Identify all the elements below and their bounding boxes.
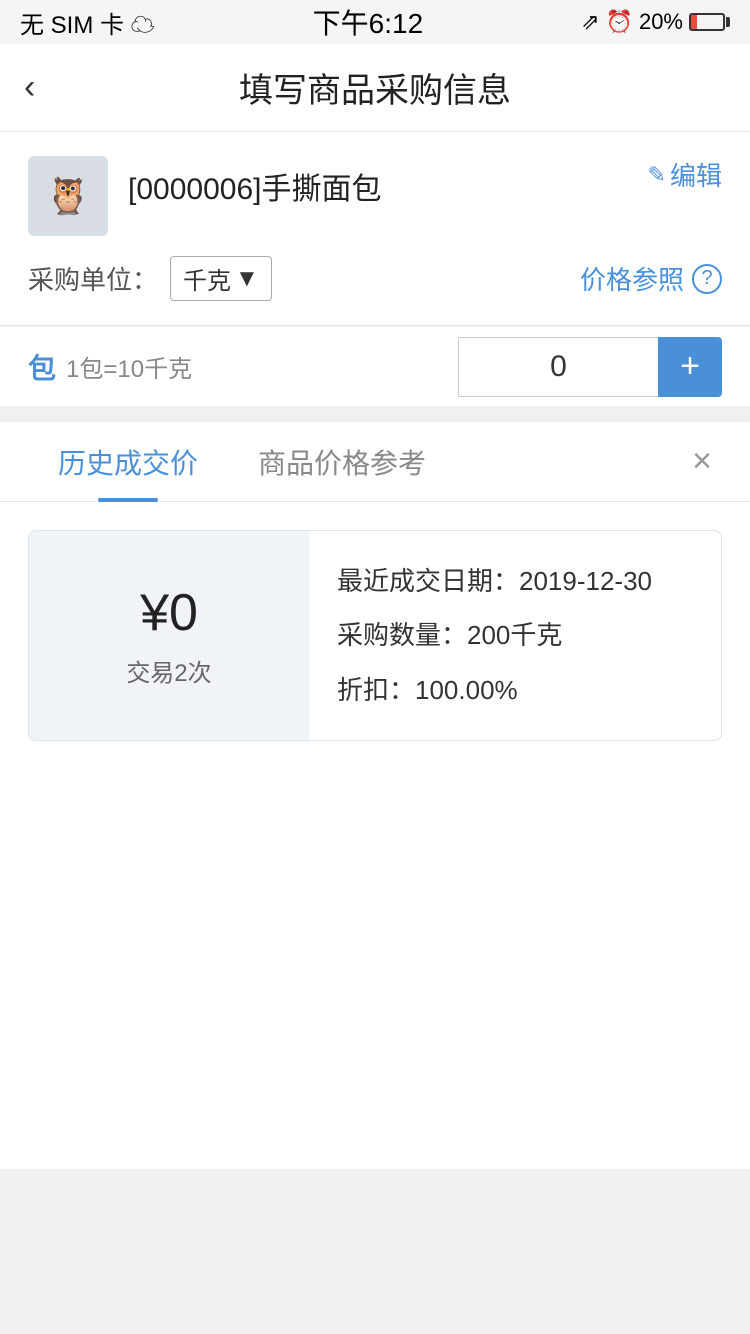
bottom-fill (0, 769, 750, 1169)
product-footer: 采购单位： 千克 ▼ 价格参照 ? (28, 256, 722, 301)
alarm-icon: ⏰ (606, 9, 633, 35)
status-time: 下午6:12 (313, 2, 424, 42)
conversion-text: 1包=10千克 (66, 349, 192, 384)
price-card-summary: ¥0 交易2次 (29, 531, 309, 740)
sim-label: 无 SIM 卡 ☁ (20, 5, 155, 40)
status-right: ⇗ ⏰ 20% (581, 9, 730, 35)
section-divider (0, 406, 750, 422)
price-card: ¥0 交易2次 最近成交日期：2019-12-30 采购数量：200千克 折扣：… (28, 530, 722, 741)
tab-product-price-reference[interactable]: 商品价格参考 (228, 422, 456, 502)
tabs-panel: 历史成交价 商品价格参考 × ¥0 交易2次 最近成交日期：2019-12-30… (0, 422, 750, 769)
product-header: 🦉 [0000006]手撕面包 ✎ 编辑 (28, 156, 722, 236)
product-name: [0000006]手撕面包 (128, 156, 381, 208)
battery-icon (689, 13, 730, 31)
unit-value: 千克 (183, 261, 231, 296)
recent-date-value: 2019-12-30 (519, 566, 652, 596)
edit-icon: ✎ (648, 162, 666, 188)
history-price-content: ¥0 交易2次 最近成交日期：2019-12-30 采购数量：200千克 折扣：… (0, 502, 750, 769)
tabs-header: 历史成交价 商品价格参考 × (0, 422, 750, 502)
status-bar: 无 SIM 卡 ☁ 下午6:12 ⇗ ⏰ 20% (0, 0, 750, 44)
help-icon: ? (692, 264, 722, 294)
tab-active-indicator (98, 498, 158, 502)
price-ref-label: 价格参照 (580, 260, 684, 297)
page-title: 填写商品采购信息 (239, 63, 511, 112)
price-reference-button[interactable]: 价格参照 ? (580, 260, 722, 297)
discount-label: 折扣： (337, 675, 415, 705)
purchase-qty-row: 采购数量：200千克 (337, 617, 693, 653)
product-info: 🦉 [0000006]手撕面包 (28, 156, 381, 236)
location-icon: ⇗ (581, 9, 599, 35)
battery-percent: 20% (639, 9, 683, 35)
dropdown-arrow-icon: ▼ (235, 265, 259, 293)
tabs-list: 历史成交价 商品价格参考 (28, 422, 456, 502)
tabs-close-button[interactable]: × (682, 432, 722, 491)
quantity-input[interactable] (458, 337, 658, 397)
product-logo-icon: 🦉 (46, 175, 91, 217)
price-amount: ¥0 (140, 583, 198, 643)
package-icon: 包 (28, 347, 56, 387)
purchase-unit-label: 采购单位： (28, 260, 158, 297)
purchase-qty-value: 200千克 (467, 620, 562, 650)
recent-date-label: 最近成交日期： (337, 566, 519, 596)
discount-row: 折扣：100.00% (337, 672, 693, 708)
discount-value: 100.00% (415, 675, 518, 705)
purchase-qty-label: 采购数量： (337, 620, 467, 650)
product-card: 🦉 [0000006]手撕面包 ✎ 编辑 采购单位： 千克 ▼ 价格参照 ? (0, 132, 750, 326)
trade-count: 交易2次 (126, 653, 211, 688)
quantity-plus-button[interactable]: + (658, 337, 722, 397)
recent-date-row: 最近成交日期：2019-12-30 (337, 563, 693, 599)
quantity-row: 包 1包=10千克 + (0, 326, 750, 406)
edit-button[interactable]: ✎ 编辑 (648, 156, 722, 193)
nav-bar: ‹ 填写商品采购信息 (0, 44, 750, 132)
purchase-unit-row: 采购单位： 千克 ▼ (28, 256, 272, 301)
back-button[interactable]: ‹ (24, 68, 35, 107)
quantity-input-group: + (458, 337, 722, 397)
tab-history-price[interactable]: 历史成交价 (28, 422, 228, 502)
quantity-label: 包 1包=10千克 (28, 347, 192, 387)
status-left: 无 SIM 卡 ☁ (20, 5, 155, 40)
unit-dropdown[interactable]: 千克 ▼ (170, 256, 272, 301)
product-thumbnail: 🦉 (28, 156, 108, 236)
price-card-details: 最近成交日期：2019-12-30 采购数量：200千克 折扣：100.00% (309, 531, 721, 740)
